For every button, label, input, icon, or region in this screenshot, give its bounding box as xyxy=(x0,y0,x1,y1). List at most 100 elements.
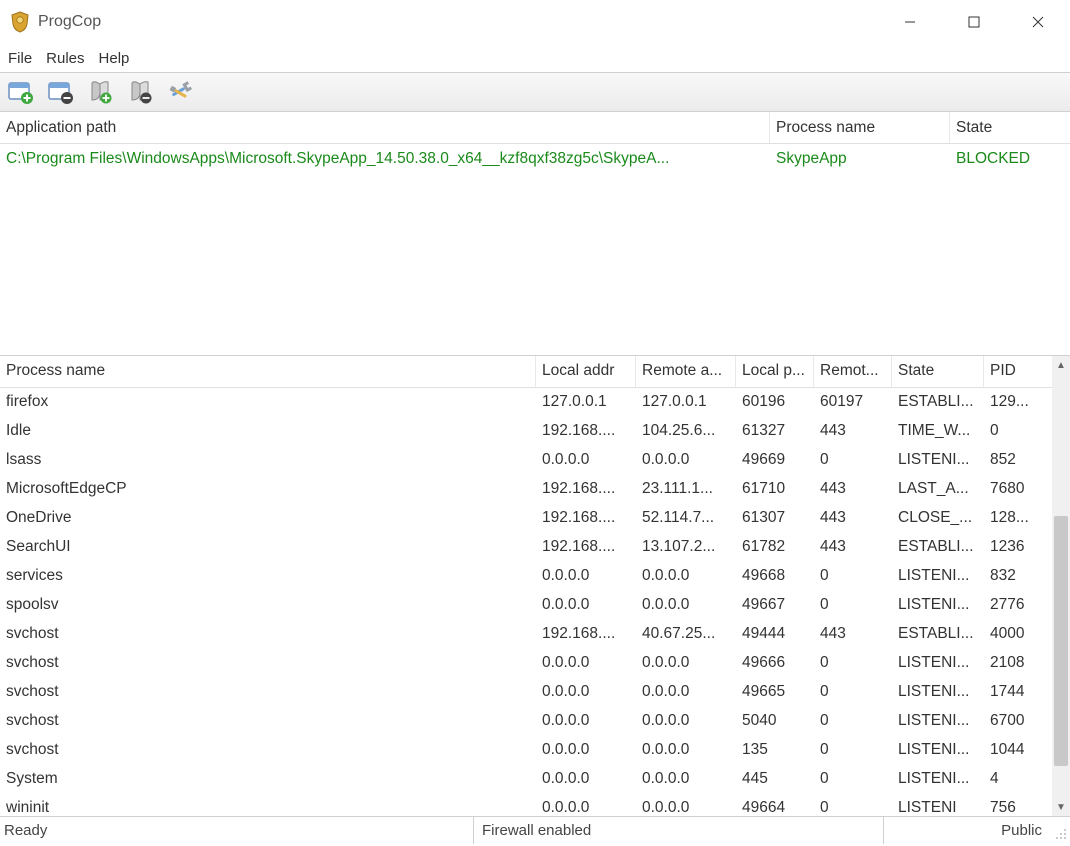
connection-row[interactable]: services0.0.0.00.0.0.0496680LISTENI...83… xyxy=(0,562,1052,591)
cell-local-port: 5040 xyxy=(736,712,814,730)
col-state[interactable]: State xyxy=(950,112,1070,143)
connection-row[interactable]: MicrosoftEdgeCP192.168....23.111.1...617… xyxy=(0,475,1052,504)
cell-pid: 0 xyxy=(984,422,1042,440)
connection-row[interactable]: spoolsv0.0.0.00.0.0.0496670LISTENI...277… xyxy=(0,591,1052,620)
close-button[interactable] xyxy=(1006,0,1070,44)
cell-local-addr: 0.0.0.0 xyxy=(536,654,636,672)
cell-remote-addr: 0.0.0.0 xyxy=(636,741,736,759)
connection-row[interactable]: svchost0.0.0.00.0.0.01350LISTENI...1044 xyxy=(0,736,1052,765)
cell-local-addr: 127.0.0.1 xyxy=(536,393,636,411)
menu-rules[interactable]: Rules xyxy=(46,50,84,67)
col-application-path[interactable]: Application path xyxy=(0,112,770,143)
cell-remote-port: 443 xyxy=(814,422,892,440)
col-conn-state[interactable]: State xyxy=(892,356,984,387)
cell-remote-port: 0 xyxy=(814,567,892,585)
cell-process: OneDrive xyxy=(0,509,536,527)
resize-grip-icon[interactable] xyxy=(1054,827,1068,844)
menu-file[interactable]: File xyxy=(8,50,32,67)
cell-state: LISTENI... xyxy=(892,451,984,469)
col-remote-addr[interactable]: Remote a... xyxy=(636,356,736,387)
allow-button[interactable] xyxy=(84,75,118,109)
app-icon xyxy=(8,10,32,34)
scroll-up-icon[interactable]: ▲ xyxy=(1052,356,1070,374)
cell-remote-port: 0 xyxy=(814,596,892,614)
cell-remote-port: 0 xyxy=(814,654,892,672)
cell-local-port: 49665 xyxy=(736,683,814,701)
col-pid[interactable]: PID xyxy=(984,356,1042,387)
cell-remote-addr: 0.0.0.0 xyxy=(636,567,736,585)
cell-process: SkypeApp xyxy=(770,150,950,168)
col-local-addr[interactable]: Local addr xyxy=(536,356,636,387)
cell-remote-port: 0 xyxy=(814,451,892,469)
block-button[interactable] xyxy=(124,75,158,109)
cell-remote-port: 443 xyxy=(814,625,892,643)
blocked-apps-header: Application path Process name State xyxy=(0,112,1070,144)
menu-help[interactable]: Help xyxy=(99,50,130,67)
cell-local-port: 49669 xyxy=(736,451,814,469)
connection-row[interactable]: svchost0.0.0.00.0.0.0496660LISTENI...210… xyxy=(0,649,1052,678)
cell-state: LISTENI... xyxy=(892,770,984,788)
remove-rule-button[interactable] xyxy=(44,75,78,109)
scroll-down-icon[interactable]: ▼ xyxy=(1052,798,1070,816)
cell-remote-addr: 0.0.0.0 xyxy=(636,451,736,469)
cell-remote-port: 60197 xyxy=(814,393,892,411)
minimize-button[interactable] xyxy=(878,0,942,44)
col-process-name-lower[interactable]: Process name xyxy=(0,356,536,387)
cell-pid: 129... xyxy=(984,393,1042,411)
cell-state: LISTENI... xyxy=(892,596,984,614)
connection-row[interactable]: System0.0.0.00.0.0.04450LISTENI...4 xyxy=(0,765,1052,794)
cell-process: services xyxy=(0,567,536,585)
title-bar: ProgCop xyxy=(0,0,1070,44)
cell-state: LAST_A... xyxy=(892,480,984,498)
cell-path: C:\Program Files\WindowsApps\Microsoft.S… xyxy=(0,150,770,168)
status-bar: Ready Firewall enabled Public xyxy=(0,816,1070,844)
cell-pid: 1236 xyxy=(984,538,1042,556)
col-remote-port[interactable]: Remot... xyxy=(814,356,892,387)
connection-row[interactable]: OneDrive192.168....52.114.7...61307443CL… xyxy=(0,504,1052,533)
scroll-thumb[interactable] xyxy=(1054,516,1068,766)
cell-remote-addr: 104.25.6... xyxy=(636,422,736,440)
connection-row[interactable]: svchost0.0.0.00.0.0.0496650LISTENI...174… xyxy=(0,678,1052,707)
cell-pid: 2108 xyxy=(984,654,1042,672)
cell-pid: 1044 xyxy=(984,741,1042,759)
connection-row[interactable]: svchost0.0.0.00.0.0.050400LISTENI...6700 xyxy=(0,707,1052,736)
cell-remote-addr: 0.0.0.0 xyxy=(636,712,736,730)
cell-local-port: 61307 xyxy=(736,509,814,527)
blocked-app-row[interactable]: C:\Program Files\WindowsApps\Microsoft.S… xyxy=(0,144,1070,174)
cell-local-addr: 192.168.... xyxy=(536,509,636,527)
cell-state: ESTABLI... xyxy=(892,538,984,556)
cell-pid: 128... xyxy=(984,509,1042,527)
cell-process: svchost xyxy=(0,683,536,701)
cell-remote-addr: 0.0.0.0 xyxy=(636,683,736,701)
col-process-name[interactable]: Process name xyxy=(770,112,950,143)
cell-local-port: 49667 xyxy=(736,596,814,614)
connection-row[interactable]: svchost192.168....40.67.25...49444443EST… xyxy=(0,620,1052,649)
cell-process: lsass xyxy=(0,451,536,469)
add-rule-button[interactable] xyxy=(4,75,38,109)
connection-row[interactable]: Idle192.168....104.25.6...61327443TIME_W… xyxy=(0,417,1052,446)
cell-remote-port: 443 xyxy=(814,509,892,527)
connection-row[interactable]: wininit0.0.0.00.0.0.0496640LISTENI756 xyxy=(0,794,1052,816)
cell-local-addr: 192.168.... xyxy=(536,625,636,643)
cell-remote-port: 0 xyxy=(814,770,892,788)
cell-process: svchost xyxy=(0,741,536,759)
connection-row[interactable]: firefox127.0.0.1127.0.0.16019660197ESTAB… xyxy=(0,388,1052,417)
connection-row[interactable]: lsass0.0.0.00.0.0.0496690LISTENI...852 xyxy=(0,446,1052,475)
cell-remote-addr: 0.0.0.0 xyxy=(636,654,736,672)
cell-process: firefox xyxy=(0,393,536,411)
settings-button[interactable] xyxy=(164,75,198,109)
cell-local-addr: 0.0.0.0 xyxy=(536,596,636,614)
cell-state: CLOSE_... xyxy=(892,509,984,527)
maximize-button[interactable] xyxy=(942,0,1006,44)
cell-local-port: 61327 xyxy=(736,422,814,440)
cell-local-addr: 0.0.0.0 xyxy=(536,567,636,585)
cell-pid: 2776 xyxy=(984,596,1042,614)
cell-local-port: 61710 xyxy=(736,480,814,498)
cell-remote-addr: 0.0.0.0 xyxy=(636,596,736,614)
connection-row[interactable]: SearchUI192.168....13.107.2...61782443ES… xyxy=(0,533,1052,562)
cell-local-port: 445 xyxy=(736,770,814,788)
blocked-apps-pane: Application path Process name State C:\P… xyxy=(0,112,1070,356)
cell-state: ESTABLI... xyxy=(892,393,984,411)
vertical-scrollbar[interactable]: ▲ ▼ xyxy=(1052,356,1070,816)
col-local-port[interactable]: Local p... xyxy=(736,356,814,387)
